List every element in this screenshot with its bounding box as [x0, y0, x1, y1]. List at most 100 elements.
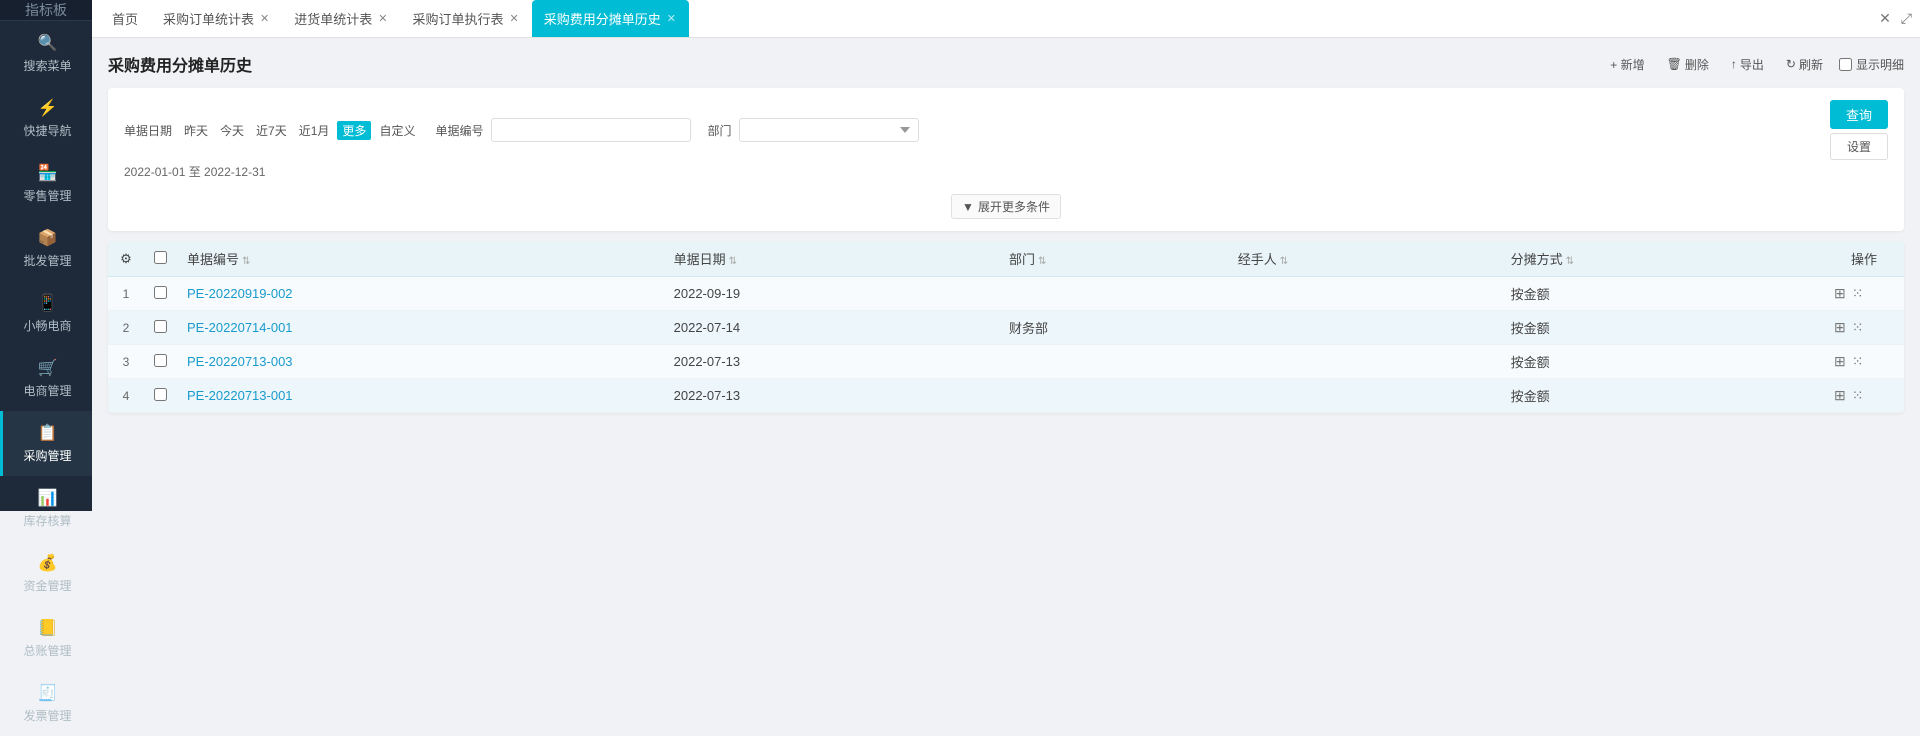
filter-expand-row: ▼ 展开更多条件	[124, 186, 1888, 219]
doc-num-link[interactable]: PE-20220714-001	[187, 320, 293, 335]
doc-num-input[interactable]	[491, 118, 691, 142]
delete-button[interactable]: 🗑 删除	[1661, 53, 1715, 76]
doc-date-cell: 2022-07-13	[664, 379, 999, 413]
page-header: 采购费用分摊单历史 + 新增 🗑 删除 ↑ 导出 ↻ 刷新 显示明细	[108, 52, 1904, 76]
chevron-down-icon: ▼	[962, 200, 974, 214]
sidebar-item-label: 搜索菜单	[23, 57, 71, 74]
row-num: 1	[108, 277, 144, 311]
dept-cell	[999, 379, 1228, 413]
handler-cell	[1228, 311, 1501, 345]
sidebar-item-search-menu[interactable]: 🔍 搜索菜单	[0, 21, 92, 86]
tab-purchase-order-stats[interactable]: 采购订单统计表 ✕	[151, 0, 282, 37]
ledger-icon: 📒	[38, 618, 58, 638]
export-button[interactable]: ↑ 导出	[1725, 53, 1770, 76]
sidebar-item-quick-nav[interactable]: ⚡ 快捷导航	[0, 86, 92, 151]
view-icon[interactable]: ⊞	[1834, 319, 1846, 336]
handler-cell	[1228, 379, 1501, 413]
doc-num-link[interactable]: PE-20220713-003	[187, 354, 293, 369]
sidebar-item-mobile-commerce[interactable]: 📱 小畅电商	[0, 281, 92, 346]
more-dates-btn[interactable]: 更多	[337, 121, 371, 140]
toolbar: + 新增 🗑 删除 ↑ 导出 ↻ 刷新 显示明细	[1604, 53, 1904, 76]
col-dept[interactable]: 部门⇅	[999, 241, 1228, 277]
col-doc-date[interactable]: 单据日期⇅	[664, 241, 999, 277]
col-handler[interactable]: 经手人⇅	[1228, 241, 1501, 277]
add-button[interactable]: + 新增	[1604, 53, 1650, 76]
last7days-btn[interactable]: 近7天	[252, 121, 291, 140]
tab-goods-in-stats[interactable]: 进货单统计表 ✕	[282, 0, 400, 37]
dept-select[interactable]	[739, 118, 919, 142]
edit-icon[interactable]: ⁙	[1852, 387, 1864, 404]
close-all-icon[interactable]: ✕	[1879, 10, 1891, 27]
sidebar-item-finance-mgmt[interactable]: 💰 资金管理	[0, 541, 92, 606]
row-checkbox-cell[interactable]	[144, 379, 177, 413]
edit-icon[interactable]: ⁙	[1852, 353, 1864, 370]
table-header-row: ⚙ 单据编号⇅ 单据日期⇅ 部门⇅	[108, 241, 1904, 277]
col-doc-num[interactable]: 单据编号⇅	[177, 241, 664, 277]
edit-icon[interactable]: ⁙	[1852, 319, 1864, 336]
tab-close-icon[interactable]: ✕	[510, 12, 519, 25]
refresh-button[interactable]: ↻ 刷新	[1780, 53, 1829, 76]
page-content: 采购费用分摊单历史 + 新增 🗑 删除 ↑ 导出 ↻ 刷新 显示明细	[92, 38, 1920, 511]
query-button[interactable]: 查询	[1830, 100, 1888, 129]
settings-button[interactable]: 设置	[1830, 133, 1888, 160]
yesterday-btn[interactable]: 昨天	[180, 121, 212, 140]
tab-home[interactable]: 首页	[100, 0, 151, 37]
dept-cell	[999, 345, 1228, 379]
col-settings[interactable]: ⚙	[108, 241, 144, 277]
query-actions: 查询 设置	[1830, 100, 1888, 160]
view-icon[interactable]: ⊞	[1834, 353, 1846, 370]
handler-cell	[1228, 345, 1501, 379]
row-checkbox-cell[interactable]	[144, 311, 177, 345]
sidebar-item-ledger-mgmt[interactable]: 📒 总账管理	[0, 606, 92, 671]
table-row: 2 PE-20220714-001 2022-07-14 财务部 按金额 ⊞ ⁙	[108, 311, 1904, 345]
row-checkbox-cell[interactable]	[144, 345, 177, 379]
sort-icon-dept: ⇅	[1038, 256, 1046, 267]
restore-icon[interactable]: ⤢	[1901, 10, 1912, 27]
tab-bar-actions: ✕ ⤢	[1879, 10, 1912, 27]
custom-date-btn[interactable]: 自定义	[375, 121, 419, 140]
display-mode-checkbox[interactable]	[1839, 58, 1852, 71]
doc-num-link[interactable]: PE-20220713-001	[187, 388, 293, 403]
doc-num-link[interactable]: PE-20220919-002	[187, 286, 293, 301]
doc-num-cell: PE-20220713-001	[177, 379, 664, 413]
sidebar-item-label: 零售管理	[23, 187, 71, 204]
tab-close-icon[interactable]: ✕	[260, 12, 269, 25]
row-checkbox[interactable]	[154, 320, 167, 333]
retail-icon: 🏪	[38, 163, 58, 183]
sidebar-item-inventory-check[interactable]: 📊 库存核算	[0, 476, 92, 541]
tab-close-icon[interactable]: ✕	[378, 12, 387, 25]
expand-conditions-btn[interactable]: ▼ 展开更多条件	[951, 194, 1061, 219]
last1month-btn[interactable]: 近1月	[295, 121, 334, 140]
sidebar-item-label: 资金管理	[23, 577, 71, 594]
doc-date-cell: 2022-09-19	[664, 277, 999, 311]
tab-close-icon[interactable]: ✕	[667, 12, 676, 25]
select-all-checkbox[interactable]	[154, 251, 167, 264]
tab-purchase-cost-split[interactable]: 采购费用分摊单历史 ✕	[532, 0, 689, 37]
view-icon[interactable]: ⊞	[1834, 285, 1846, 302]
doc-date-cell: 2022-07-13	[664, 345, 999, 379]
action-cell: ⊞ ⁙	[1824, 379, 1904, 413]
today-btn[interactable]: 今天	[216, 121, 248, 140]
refresh-icon: ↻	[1786, 57, 1796, 71]
sidebar-item-purchase-mgmt[interactable]: 📋 采购管理	[0, 411, 92, 476]
row-checkbox[interactable]	[154, 354, 167, 367]
col-split-method[interactable]: 分摊方式⇅	[1501, 241, 1824, 277]
purchase-icon: 📋	[38, 423, 58, 443]
tab-purchase-order-exec[interactable]: 采购订单执行表 ✕	[400, 0, 531, 37]
doc-num-cell: PE-20220919-002	[177, 277, 664, 311]
view-icon[interactable]: ⊞	[1834, 387, 1846, 404]
row-checkbox[interactable]	[154, 388, 167, 401]
row-checkbox[interactable]	[154, 286, 167, 299]
row-checkbox-cell[interactable]	[144, 277, 177, 311]
sidebar-item-label: 库存核算	[23, 512, 71, 529]
edit-icon[interactable]: ⁙	[1852, 285, 1864, 302]
doc-num-label: 单据编号	[435, 122, 483, 139]
table-body: 1 PE-20220919-002 2022-09-19 按金额 ⊞ ⁙ 2 P…	[108, 277, 1904, 413]
sidebar-item-ecommerce-mgmt[interactable]: 🛒 电商管理	[0, 346, 92, 411]
handler-cell	[1228, 277, 1501, 311]
sidebar-item-invoice-mgmt[interactable]: 🧾 发票管理	[0, 671, 92, 736]
split-method-cell: 按金额	[1501, 277, 1824, 311]
sidebar-item-wholesale-mgmt[interactable]: 📦 批发管理	[0, 216, 92, 281]
sidebar-item-retail-mgmt[interactable]: 🏪 零售管理	[0, 151, 92, 216]
display-mode-label[interactable]: 显示明细	[1839, 56, 1904, 73]
